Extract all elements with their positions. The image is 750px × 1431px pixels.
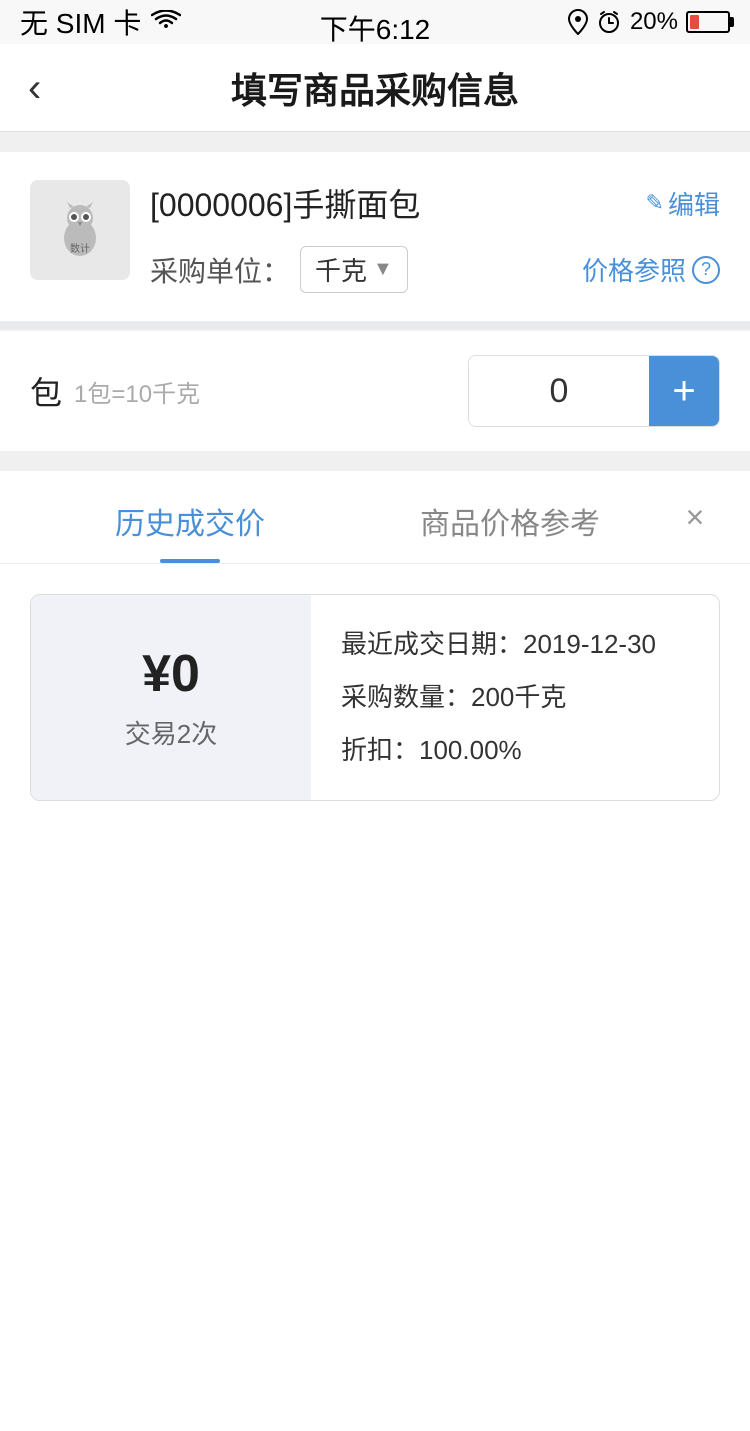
unit-sub-label: 1包=10千克: [74, 374, 200, 409]
unit-label: 包: [30, 368, 62, 414]
purchase-qty-label: 采购数量：: [341, 682, 471, 712]
divider: [0, 321, 750, 329]
price-ref-button[interactable]: 价格参照 ?: [582, 251, 720, 288]
product-name-row: [0000006]手撕面包 ✎ 编辑: [150, 180, 720, 226]
status-right: 20%: [568, 8, 730, 36]
transaction-card: ¥0 交易2次 最近成交日期：2019-12-30 采购数量：200千克 折扣：…: [30, 594, 720, 801]
dropdown-arrow-icon: ▼: [373, 258, 393, 281]
status-left: 无 SIM 卡: [20, 2, 181, 42]
quantity-control: +: [468, 355, 720, 427]
tabs-header: 历史成交价 商品价格参考 ×: [0, 471, 750, 564]
quantity-unit: 包 1包=10千克: [30, 368, 200, 414]
purchase-unit-group: 采购单位： 千克 ▼: [150, 246, 408, 293]
purchase-unit-row: 采购单位： 千克 ▼ 价格参照 ?: [150, 246, 720, 293]
price-value: 0: [171, 645, 200, 703]
currency-symbol: ¥: [142, 645, 171, 703]
unit-value: 千克: [315, 251, 367, 288]
product-owl-icon: 数计: [50, 200, 110, 260]
quantity-input[interactable]: [469, 356, 649, 426]
page-title: 填写商品采购信息: [231, 62, 519, 114]
recent-date-label: 最近成交日期：: [341, 629, 523, 659]
product-card: 数计 [0000006]手撕面包 ✎ 编辑 采购单位： 千克 ▼: [0, 152, 750, 321]
transaction-details-panel: 最近成交日期：2019-12-30 采购数量：200千克 折扣：100.00%: [311, 595, 719, 800]
carrier-text: 无 SIM 卡: [20, 2, 141, 42]
product-info: [0000006]手撕面包 ✎ 编辑 采购单位： 千克 ▼ 价格参照: [150, 180, 720, 293]
battery-icon: [686, 11, 730, 33]
transaction-count: 交易2次: [125, 714, 217, 751]
alarm-icon: [596, 9, 622, 35]
tab-product-label: 商品价格参考: [420, 508, 600, 541]
battery-percentage: 20%: [630, 8, 678, 36]
unit-select[interactable]: 千克 ▼: [300, 246, 408, 293]
tabs-close-button[interactable]: ×: [670, 492, 720, 542]
status-time: 下午6:12: [320, 8, 431, 48]
purchase-qty-detail: 采购数量：200千克: [341, 678, 689, 717]
tab-product-price[interactable]: 商品价格参考: [350, 471, 670, 563]
product-row: 数计 [0000006]手撕面包 ✎ 编辑 采购单位： 千克 ▼: [30, 180, 720, 293]
discount-value: 100.00%: [419, 735, 522, 765]
bottom-space: [0, 831, 750, 1431]
transaction-price: ¥0: [142, 644, 200, 704]
help-icon: ?: [692, 256, 720, 284]
quantity-plus-button[interactable]: +: [649, 356, 719, 426]
status-bar: 无 SIM 卡 下午6:12 20%: [0, 0, 750, 44]
tab-history-label: 历史成交价: [115, 508, 265, 541]
edit-button[interactable]: ✎ 编辑: [646, 185, 720, 222]
svg-text:数计: 数计: [70, 242, 90, 255]
recent-date-detail: 最近成交日期：2019-12-30: [341, 625, 689, 664]
battery-fill: [690, 15, 699, 29]
product-thumbnail: 数计: [30, 180, 130, 280]
edit-icon: ✎: [646, 190, 664, 216]
purchase-qty-value: 200千克: [471, 682, 566, 712]
price-ref-label: 价格参照: [582, 251, 686, 288]
back-button[interactable]: ‹: [28, 68, 41, 108]
transaction-price-panel: ¥0 交易2次: [31, 595, 311, 800]
wifi-icon: [151, 10, 181, 34]
purchase-unit-label: 采购单位：: [150, 250, 290, 290]
edit-label: 编辑: [668, 185, 720, 222]
recent-date-value: 2019-12-30: [523, 629, 656, 659]
quantity-row: 包 1包=10千克 +: [0, 331, 750, 451]
product-name: [0000006]手撕面包: [150, 180, 420, 226]
tabs-container: 历史成交价 商品价格参考 × ¥0 交易2次 最近成交日期：2019-12-30…: [0, 471, 750, 1431]
discount-label: 折扣：: [341, 735, 419, 765]
discount-detail: 折扣：100.00%: [341, 731, 689, 770]
tab-history-price[interactable]: 历史成交价: [30, 471, 350, 563]
location-icon: [568, 9, 588, 35]
nav-bar: ‹ 填写商品采购信息: [0, 44, 750, 132]
